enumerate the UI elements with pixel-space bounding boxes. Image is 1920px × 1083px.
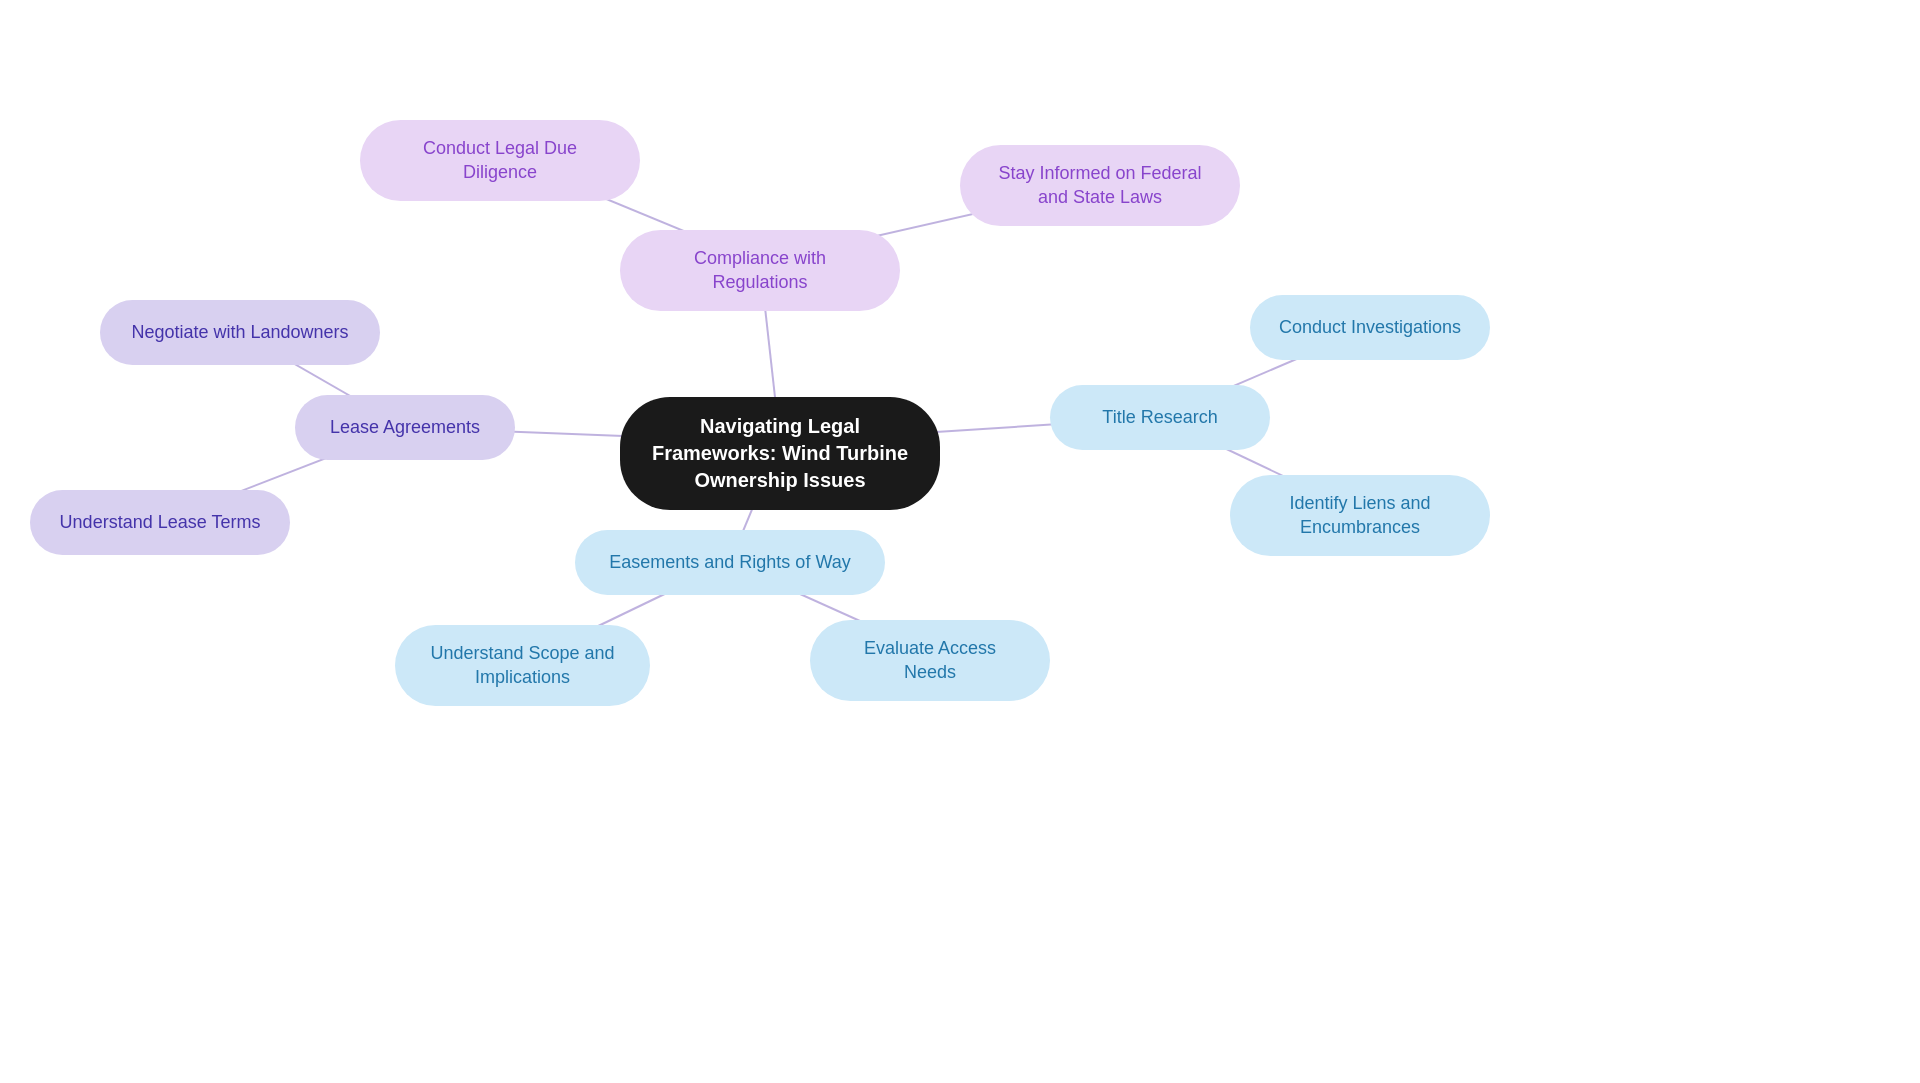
node-center: Navigating Legal Frameworks: Wind Turbin… [620,397,940,510]
node-negotiate: Negotiate with Landowners [100,300,380,365]
node-identify_liens: Identify Liens and Encumbrances [1230,475,1490,556]
node-conduct_investigations: Conduct Investigations [1250,295,1490,360]
node-conduct_legal: Conduct Legal Due Diligence [360,120,640,201]
node-easements: Easements and Rights of Way [575,530,885,595]
node-lease_agreements: Lease Agreements [295,395,515,460]
node-title_research: Title Research [1050,385,1270,450]
node-understand_scope: Understand Scope and Implications [395,625,650,706]
node-evaluate_access: Evaluate Access Needs [810,620,1050,701]
node-stay_informed: Stay Informed on Federal and State Laws [960,145,1240,226]
node-compliance: Compliance with Regulations [620,230,900,311]
node-understand_lease: Understand Lease Terms [30,490,290,555]
mindmap-container: Navigating Legal Frameworks: Wind Turbin… [0,0,1920,1083]
connections-svg [0,0,1920,1083]
